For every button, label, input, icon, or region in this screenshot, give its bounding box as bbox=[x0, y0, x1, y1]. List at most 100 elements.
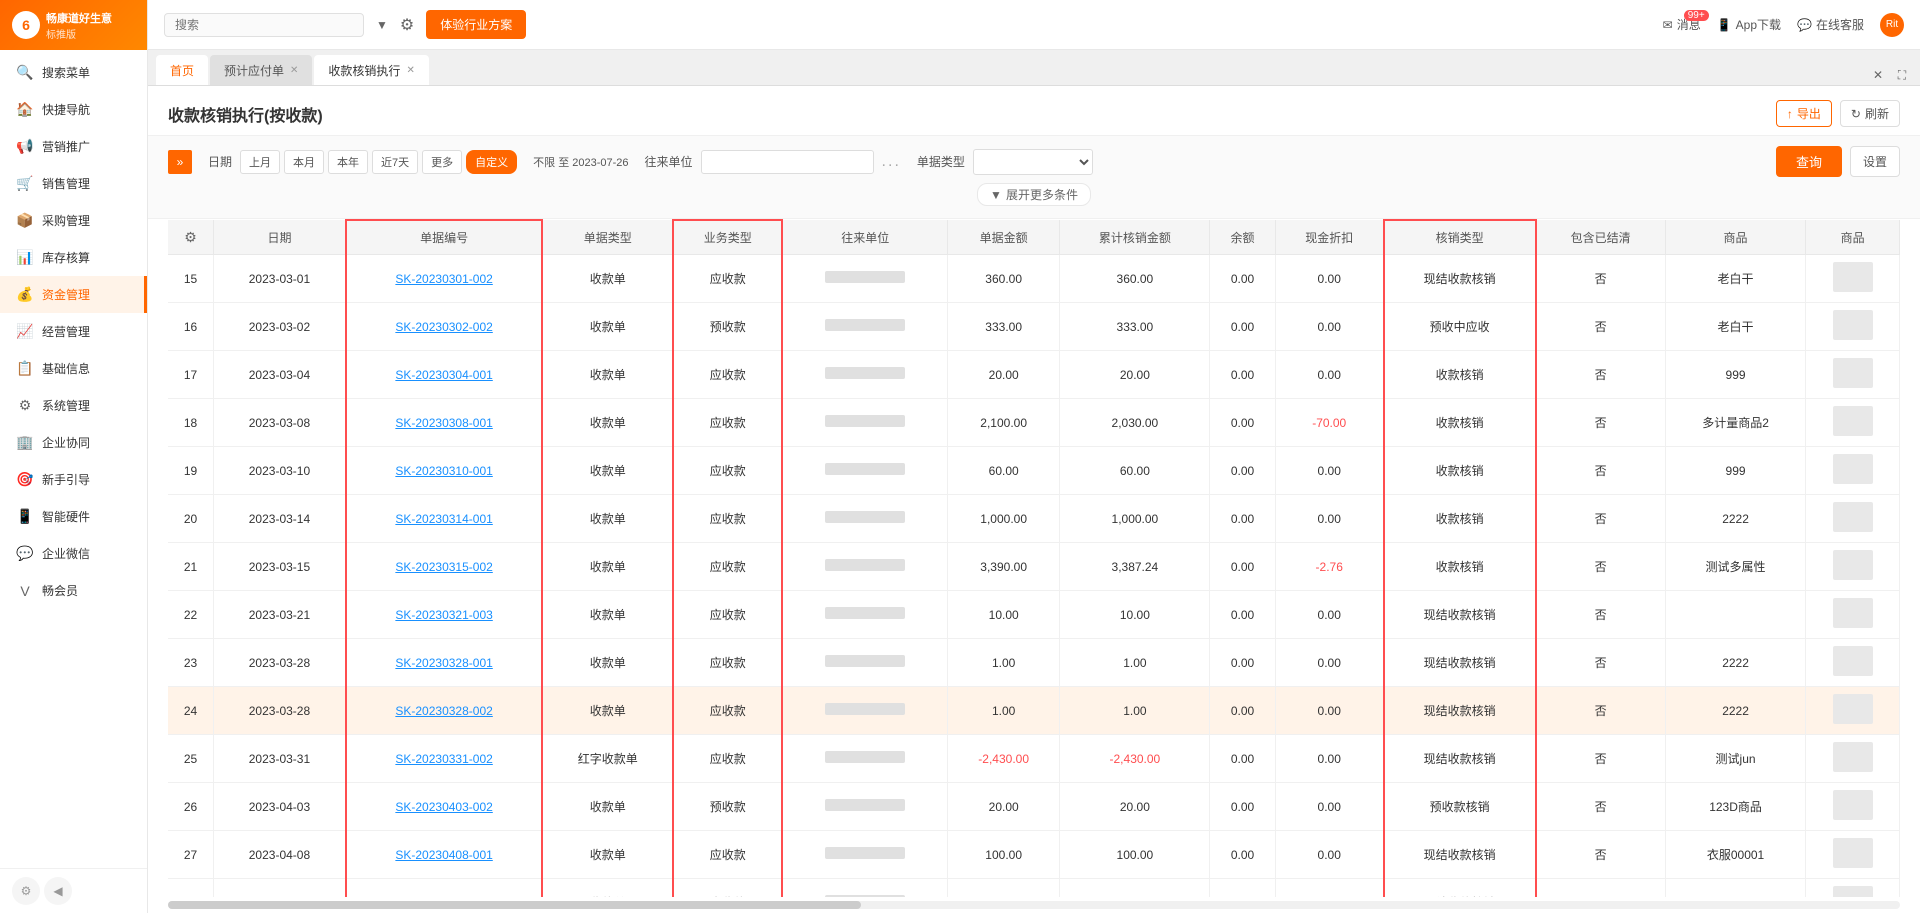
cell-date: 2023-03-08 bbox=[214, 399, 346, 447]
solution-btn[interactable]: 体验行业方案 bbox=[426, 10, 526, 39]
cell-date: 2023-04-18 bbox=[214, 879, 346, 898]
voucher-no-link[interactable]: SK-20230314-001 bbox=[395, 512, 492, 526]
cell-date: 2023-03-04 bbox=[214, 351, 346, 399]
tab-pre-payment[interactable]: 预计应付单 ✕ bbox=[210, 55, 312, 85]
cell-voucher-type: 收款单 bbox=[542, 543, 673, 591]
voucher-no-link[interactable]: SK-20230403-002 bbox=[395, 800, 492, 814]
app-logo: 6 畅康道好生意 标推版 bbox=[0, 0, 147, 50]
cell-voucher-no: SK-20230310-001 bbox=[346, 447, 543, 495]
sidebar-settings-btn[interactable]: ⚙ bbox=[12, 877, 40, 905]
topbar-gear-icon[interactable]: ⚙ bbox=[400, 15, 414, 35]
date-this-month-btn[interactable]: 本月 bbox=[284, 150, 324, 174]
cell-product2 bbox=[1806, 879, 1900, 898]
cell-voucher-no: SK-20230321-003 bbox=[346, 591, 543, 639]
cell-biz-type: 应收款 bbox=[673, 495, 782, 543]
voucher-no-link[interactable]: SK-20230315-002 bbox=[395, 560, 492, 574]
sidebar-item-enterprise[interactable]: 🏢企业协同 bbox=[0, 424, 147, 461]
cell-write-off-type: 收款核销 bbox=[1384, 399, 1536, 447]
sidebar-item-hardware[interactable]: 📱智能硬件 bbox=[0, 498, 147, 535]
sidebar-item-member[interactable]: V畅会员 bbox=[0, 572, 147, 609]
cell-balance: 0.00 bbox=[1210, 783, 1275, 831]
cell-voucher-type: 收款单 bbox=[542, 783, 673, 831]
th-settings[interactable]: ⚙ bbox=[168, 220, 214, 255]
th-partner: 往来单位 bbox=[782, 220, 947, 255]
search-input[interactable] bbox=[164, 13, 364, 37]
date-7days-btn[interactable]: 近7天 bbox=[372, 150, 418, 174]
voucher-no-link[interactable]: SK-20230310-001 bbox=[395, 464, 492, 478]
tab-collection-exec-close[interactable]: ✕ bbox=[406, 65, 414, 76]
filter-expand-btn[interactable]: » bbox=[168, 150, 192, 174]
cell-partner bbox=[782, 783, 947, 831]
cell-write-off-amount: 60.00 bbox=[1060, 447, 1210, 495]
topbar-dropdown-icon[interactable]: ▼ bbox=[376, 18, 388, 32]
partner-filter-input[interactable] bbox=[701, 150, 874, 174]
sidebar-item-basic[interactable]: 📋基础信息 bbox=[0, 350, 147, 387]
date-this-year-btn[interactable]: 本年 bbox=[328, 150, 368, 174]
sidebar-item-quicknav[interactable]: 🏠快捷导航 bbox=[0, 91, 147, 128]
sidebar-collapse-btn[interactable]: ◀ bbox=[44, 877, 72, 905]
cell-balance: 0.00 bbox=[1210, 543, 1275, 591]
expand-more-btn[interactable]: ▼ 展开更多条件 bbox=[977, 183, 1091, 206]
cell-product: 测试多属性 bbox=[1665, 543, 1806, 591]
sidebar-item-sales[interactable]: 🛒销售管理 bbox=[0, 165, 147, 202]
refresh-btn[interactable]: ↻ 刷新 bbox=[1840, 100, 1900, 127]
export-btn[interactable]: ↑ 导出 bbox=[1776, 100, 1832, 127]
cell-balance: 0.00 bbox=[1210, 735, 1275, 783]
voucher-type-select[interactable] bbox=[973, 149, 1093, 175]
cell-amount: 333.00 bbox=[947, 303, 1059, 351]
tab-home[interactable]: 首页 bbox=[156, 55, 208, 85]
date-last-month-btn[interactable]: 上月 bbox=[240, 150, 280, 174]
sidebar-item-purchase[interactable]: 📦采购管理 bbox=[0, 202, 147, 239]
tab-expand-btn[interactable]: ⛶ bbox=[1892, 65, 1912, 85]
voucher-no-link[interactable]: SK-20230328-001 bbox=[395, 656, 492, 670]
message-btn[interactable]: ✉ 消息 99+ bbox=[1663, 16, 1701, 33]
cell-write-off-amount: 10.00 bbox=[1060, 591, 1210, 639]
cell-product bbox=[1665, 591, 1806, 639]
voucher-no-link[interactable]: SK-20230408-001 bbox=[395, 848, 492, 862]
voucher-no-link[interactable]: SK-20230301-002 bbox=[395, 272, 492, 286]
sidebar-item-finance[interactable]: 💰资金管理 bbox=[0, 276, 147, 313]
message-badge: 99+ bbox=[1684, 10, 1709, 21]
table-wrap: ⚙ 日期 单据编号 单据类型 业务类型 往来单位 单据金额 累计核销金额 余额 … bbox=[148, 219, 1920, 897]
table-body: 15 2023-03-01 SK-20230301-002 收款单 应收款 36… bbox=[168, 255, 1900, 898]
tab-pre-payment-close[interactable]: ✕ bbox=[290, 65, 298, 76]
voucher-no-link[interactable]: SK-20230418-001 bbox=[395, 895, 492, 897]
tab-close-all-btn[interactable]: ✕ bbox=[1868, 65, 1888, 85]
query-btn[interactable]: 查询 bbox=[1776, 146, 1842, 177]
cell-no: 15 bbox=[168, 255, 214, 303]
sidebar-icon-inventory: 📊 bbox=[16, 249, 34, 266]
cell-write-off-type: 收款核销 bbox=[1384, 495, 1536, 543]
table-scrollbar[interactable] bbox=[168, 901, 1900, 909]
sidebar-item-marketing[interactable]: 📢营销推广 bbox=[0, 128, 147, 165]
settings-icon[interactable]: ⚙ bbox=[184, 229, 197, 245]
setting-btn[interactable]: 设置 bbox=[1850, 146, 1900, 177]
cell-include-settled: 否 bbox=[1536, 255, 1666, 303]
cell-product2 bbox=[1806, 735, 1900, 783]
sidebar-item-system[interactable]: ⚙系统管理 bbox=[0, 387, 147, 424]
cell-partner bbox=[782, 399, 947, 447]
table-head: ⚙ 日期 单据编号 单据类型 业务类型 往来单位 单据金额 累计核销金额 余额 … bbox=[168, 220, 1900, 255]
voucher-no-link[interactable]: SK-20230308-001 bbox=[395, 416, 492, 430]
cell-partner bbox=[782, 303, 947, 351]
export-label: 导出 bbox=[1797, 105, 1821, 122]
date-custom-btn[interactable]: 自定义 bbox=[466, 150, 517, 174]
sidebar-item-guide[interactable]: 🎯新手引导 bbox=[0, 461, 147, 498]
voucher-no-link[interactable]: SK-20230304-001 bbox=[395, 368, 492, 382]
date-more-btn[interactable]: 更多 bbox=[422, 150, 462, 174]
voucher-no-link[interactable]: SK-20230328-002 bbox=[395, 704, 492, 718]
tab-collection-exec[interactable]: 收款核销执行 ✕ bbox=[314, 55, 428, 85]
app-download-btn[interactable]: 📱 App下载 bbox=[1717, 16, 1781, 33]
sidebar-item-inventory[interactable]: 📊库存核算 bbox=[0, 239, 147, 276]
sidebar-item-operation[interactable]: 📈经营管理 bbox=[0, 313, 147, 350]
online-service-btn[interactable]: 💬 在线客服 bbox=[1797, 16, 1864, 33]
cell-biz-type: 应收款 bbox=[673, 351, 782, 399]
voucher-no-link[interactable]: SK-20230321-003 bbox=[395, 608, 492, 622]
user-avatar[interactable]: Rit bbox=[1880, 13, 1904, 37]
voucher-no-link[interactable]: SK-20230331-002 bbox=[395, 752, 492, 766]
cell-balance: 0.00 bbox=[1210, 255, 1275, 303]
sidebar-item-wechat[interactable]: 💬企业微信 bbox=[0, 535, 147, 572]
sidebar-item-search[interactable]: 🔍搜索菜单 bbox=[0, 54, 147, 91]
voucher-no-link[interactable]: SK-20230302-002 bbox=[395, 320, 492, 334]
cell-balance: 0.00 bbox=[1210, 687, 1275, 735]
sidebar-icon-basic: 📋 bbox=[16, 360, 34, 377]
